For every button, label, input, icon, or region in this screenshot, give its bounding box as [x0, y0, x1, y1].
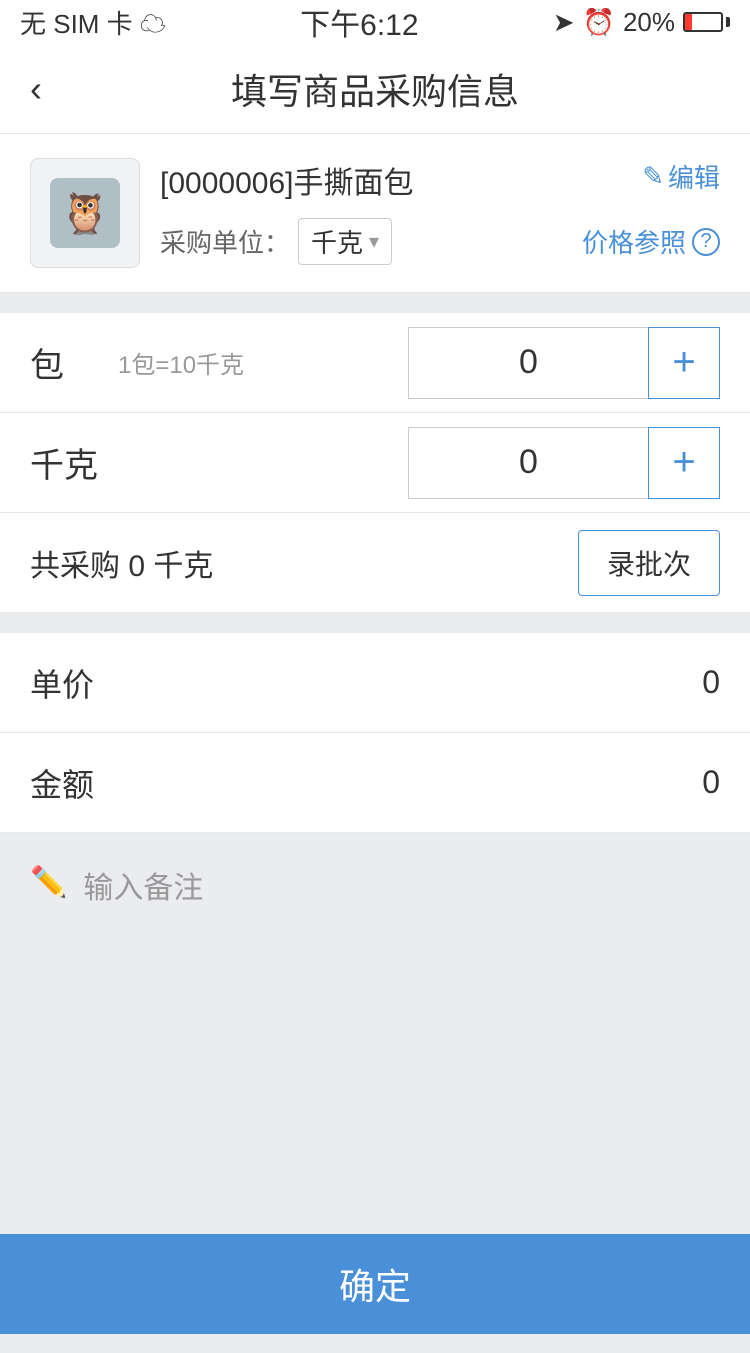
form-section: 包 1包=10千克 + 千克 + 共采购 0 千克 录批次: [0, 313, 750, 613]
sim-status: 无 SIM 卡 ☁: [20, 4, 166, 41]
product-header: [0000006]手撕面包 ✎ 编辑: [160, 158, 720, 202]
edit-button[interactable]: ✎ 编辑: [642, 158, 720, 195]
help-icon: ?: [692, 228, 720, 256]
amount-label: 金额: [30, 760, 702, 806]
package-row: 包 1包=10千克 +: [0, 313, 750, 413]
unit-price-label: 单价: [30, 660, 702, 706]
amount-row: 金额 0: [0, 733, 750, 833]
kg-label: 千克: [30, 438, 110, 487]
product-logo: 🦉: [60, 190, 110, 237]
status-right: ➤ ⏰ 20%: [553, 7, 730, 38]
battery-icon: [683, 12, 730, 32]
chevron-down-icon: ▾: [369, 229, 379, 254]
status-time: 下午6:12: [300, 0, 418, 44]
price-ref-button[interactable]: 价格参照 ?: [582, 223, 720, 260]
product-image: 🦉: [30, 158, 140, 268]
unit-value: 千克: [311, 223, 363, 260]
divider-2: [0, 613, 750, 633]
unit-price-value: 0: [702, 664, 720, 701]
price-ref-label: 价格参照: [582, 223, 686, 260]
package-plus-button[interactable]: +: [648, 327, 720, 399]
kg-plus-button[interactable]: +: [648, 427, 720, 499]
edit-label: 编辑: [668, 158, 720, 195]
battery-percent: 20%: [623, 7, 675, 38]
kg-row: 千克 +: [0, 413, 750, 513]
product-info: [0000006]手撕面包 ✎ 编辑 采购单位： 千克 ▾ 价格参照 ?: [160, 158, 720, 265]
unit-price-row: 单价 0: [0, 633, 750, 733]
kg-input-group: +: [118, 427, 720, 499]
status-bar: 无 SIM 卡 ☁ 下午6:12 ➤ ⏰ 20%: [0, 0, 750, 44]
total-row: 共采购 0 千克 录批次: [0, 513, 750, 613]
page-title: 填写商品采购信息: [231, 63, 519, 115]
product-unit: 采购单位： 千克 ▾ 价格参照 ?: [160, 218, 720, 265]
nav-bar: ‹ 填写商品采购信息: [0, 44, 750, 134]
edit-icon: ✎: [642, 161, 664, 192]
package-sublabel: 1包=10千克: [118, 345, 244, 380]
package-input[interactable]: [408, 327, 648, 399]
divider-1: [0, 293, 750, 313]
pencil-icon: ✏️: [30, 865, 67, 900]
amount-value: 0: [702, 764, 720, 801]
batch-button[interactable]: 录批次: [578, 530, 720, 596]
notes-section[interactable]: ✏️ 输入备注: [0, 833, 750, 953]
package-label: 包: [30, 338, 110, 387]
unit-selector[interactable]: 千克 ▾: [298, 218, 392, 265]
price-section: 单价 0 金额 0: [0, 633, 750, 833]
product-section: 🦉 [0000006]手撕面包 ✎ 编辑 采购单位： 千克 ▾ 价格参照 ?: [0, 134, 750, 293]
notes-placeholder: 输入备注: [83, 863, 203, 907]
location-icon: ➤: [553, 7, 575, 38]
total-label: 共采购 0 千克: [30, 541, 578, 585]
status-left: 无 SIM 卡 ☁: [20, 4, 166, 41]
kg-input[interactable]: [408, 427, 648, 499]
package-input-group: +: [244, 327, 720, 399]
back-button[interactable]: ‹: [30, 68, 42, 110]
product-thumbnail: 🦉: [50, 178, 120, 248]
unit-label: 采购单位：: [160, 223, 290, 260]
confirm-button[interactable]: 确定: [0, 1234, 750, 1334]
product-name: [0000006]手撕面包: [160, 158, 413, 202]
alarm-icon: ⏰: [583, 7, 615, 38]
